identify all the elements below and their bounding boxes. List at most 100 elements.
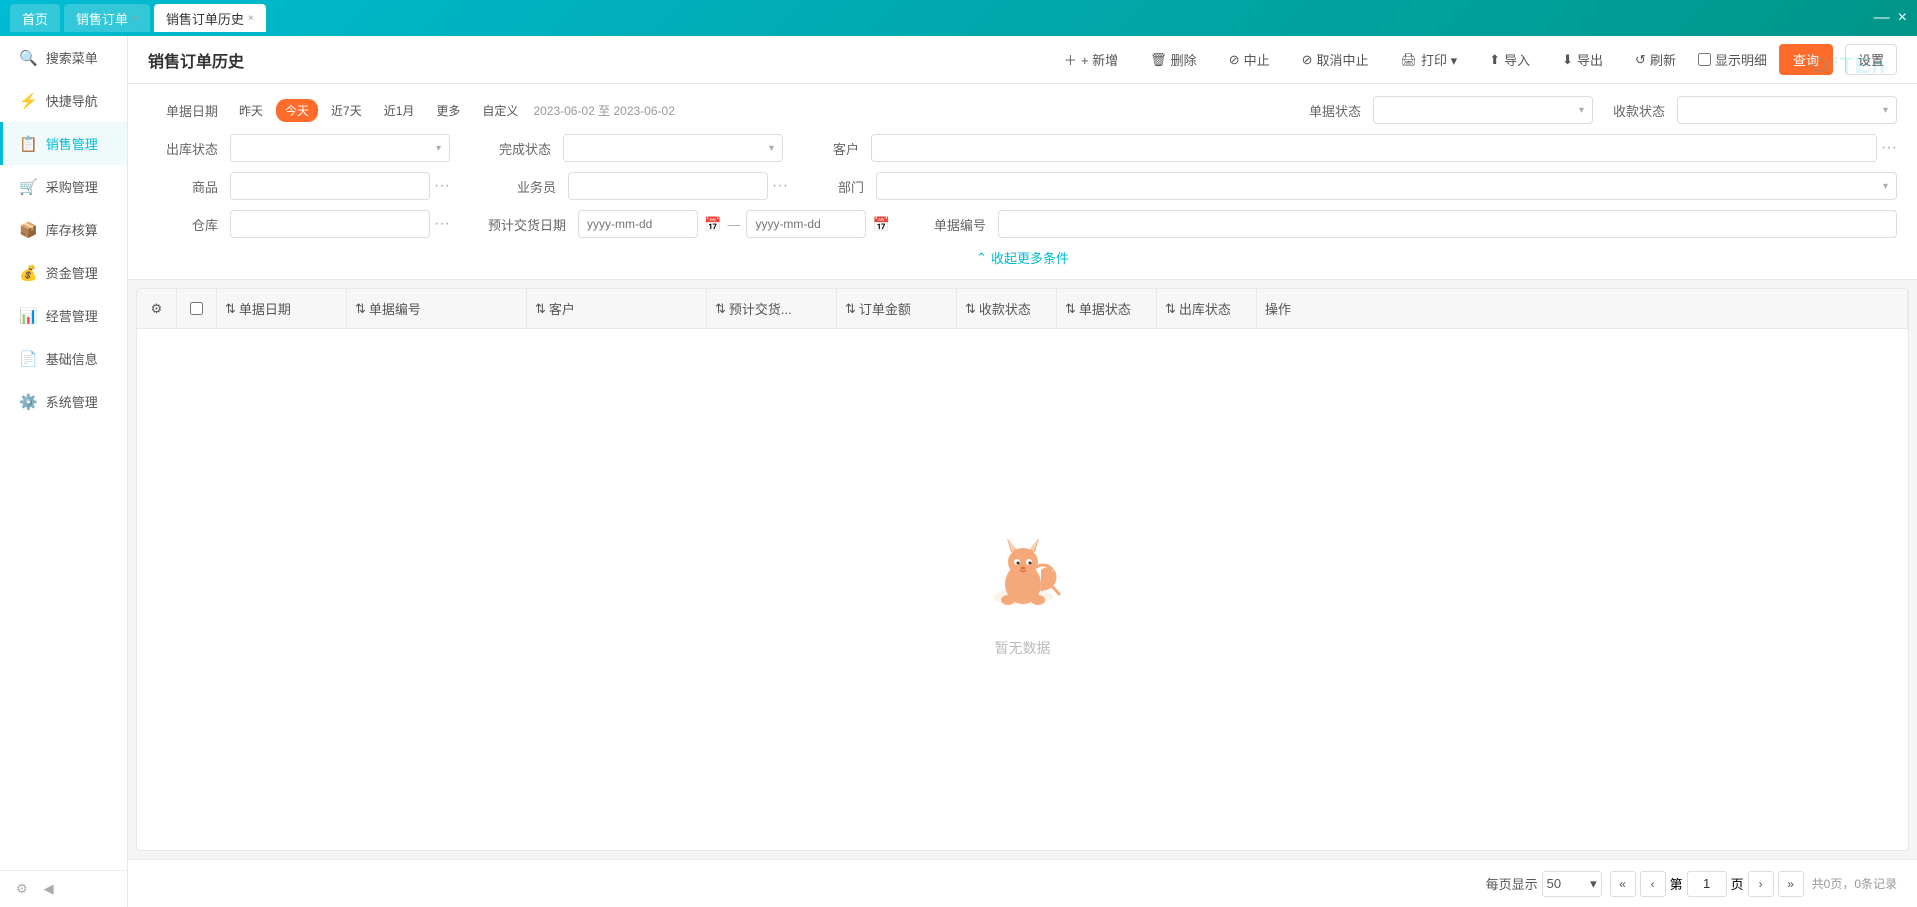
date-btn-7days[interactable]: 近7天 <box>322 99 371 122</box>
sidebar-item-inventory[interactable]: 📦 库存核算 <box>0 208 127 251</box>
page-prev-btn[interactable]: ‹ <box>1640 871 1666 897</box>
refresh-label: 刷新 <box>1650 50 1676 69</box>
tab-sales-order-close[interactable]: × <box>132 13 138 24</box>
import-button[interactable]: ⬆ 导入 <box>1479 45 1540 74</box>
sales-rep-ellipsis[interactable]: ··· <box>772 177 788 195</box>
th-num[interactable]: ⇅ 单据编号 <box>347 289 527 328</box>
sidebar-item-search-menu[interactable]: 🔍 搜索菜单 <box>0 36 127 79</box>
date-range-text: 2023-06-02 至 2023-06-02 <box>533 102 674 119</box>
date-btn-today[interactable]: 今天 <box>276 99 318 122</box>
delivery-date-end[interactable] <box>746 210 866 238</box>
stop-button[interactable]: ⊘ 中止 <box>1219 45 1280 74</box>
page-number-input[interactable] <box>1687 871 1727 897</box>
delivery-date-start[interactable] <box>578 210 698 238</box>
settings-button[interactable]: 设置 <box>1845 44 1897 75</box>
completion-status-select[interactable]: ▾ <box>563 134 783 162</box>
tab-sales-order-history[interactable]: 销售订单历史 × <box>154 4 266 32</box>
goods-ellipsis[interactable]: ··· <box>434 177 450 195</box>
tab-sales-order-history-close[interactable]: × <box>248 13 254 24</box>
goods-input[interactable] <box>230 172 430 200</box>
sidebar-item-sys-mgmt-label: 系统管理 <box>46 392 98 411</box>
date-filter-value: 昨天 今天 近7天 近1月 更多 自定义 2023-06-02 至 2023-0… <box>230 99 1289 122</box>
refresh-button[interactable]: ↺ 刷新 <box>1625 45 1686 74</box>
delete-icon: 🗑 <box>1150 52 1167 68</box>
tab-home-label: 首页 <box>22 9 48 28</box>
pay-status-arrow: ▾ <box>1883 105 1888 116</box>
cancel-stop-button[interactable]: ⊘ 取消中止 <box>1292 45 1379 74</box>
date-label: 单据日期 <box>148 101 218 120</box>
pay-status-select[interactable]: ▾ <box>1677 96 1897 124</box>
empty-svg <box>973 522 1073 622</box>
query-button[interactable]: 查询 <box>1779 44 1833 75</box>
th-customer[interactable]: ⇅ 客户 <box>527 289 707 328</box>
window-close[interactable]: × <box>1898 9 1907 27</box>
th-customer-label: 客户 <box>549 299 575 318</box>
empty-text: 暂无数据 <box>995 638 1051 658</box>
th-stock-status[interactable]: ⇅ 出库状态 <box>1157 289 1257 328</box>
date-btn-more[interactable]: 更多 <box>427 99 469 122</box>
export-button[interactable]: ⬇ 导出 <box>1552 45 1613 74</box>
tab-sales-order[interactable]: 销售订单 × <box>64 4 150 32</box>
warehouse-ellipsis[interactable]: ··· <box>434 215 450 233</box>
sidebar-item-purchase[interactable]: 🛒 采购管理 <box>0 165 127 208</box>
purchase-icon: 🛒 <box>19 178 38 196</box>
sidebar-item-basic-info[interactable]: 📄 基础信息 <box>0 337 127 380</box>
th-pay-label: 收款状态 <box>979 299 1031 318</box>
page-first-btn[interactable]: « <box>1610 871 1636 897</box>
order-number-input[interactable] <box>998 210 1897 238</box>
th-checkbox[interactable] <box>177 289 217 328</box>
order-status-select[interactable]: ▾ <box>1373 96 1593 124</box>
collapse-btn[interactable]: ⌃ 收起更多条件 <box>148 248 1897 267</box>
sales-rep-input[interactable] <box>568 172 768 200</box>
add-icon: ＋ <box>1064 50 1077 69</box>
page-next-btn[interactable]: › <box>1748 871 1774 897</box>
filter-row-2: 出库状态 ▾ 完成状态 ▾ 客户 ··· <box>148 134 1897 162</box>
delete-button[interactable]: 🗑 删除 <box>1140 45 1207 74</box>
customer-input[interactable] <box>871 134 1877 162</box>
per-page-label: 每页显示 <box>1486 874 1538 893</box>
date-btn-yesterday[interactable]: 昨天 <box>230 99 272 122</box>
content-area: 销售订单历史 ＋ + 新增 🗑 删除 ⊘ 中止 ⊘ 取消中止 🖨 打印 ▾ <box>128 36 1917 907</box>
show-detail-checkbox[interactable] <box>1698 53 1711 66</box>
tab-home[interactable]: 首页 <box>10 4 60 32</box>
th-settings[interactable]: ⚙ <box>137 289 177 328</box>
sort-customer-icon: ⇅ <box>535 301 546 317</box>
calendar-start-icon[interactable]: 📅 <box>704 216 721 233</box>
warehouse-input[interactable] <box>230 210 430 238</box>
add-label: + 新增 <box>1081 50 1118 69</box>
sidebar-item-sales[interactable]: 📋 销售管理 <box>0 122 127 165</box>
th-amount[interactable]: ⇅ 订单金额 <box>837 289 957 328</box>
sidebar-item-operations[interactable]: 📊 经营管理 <box>0 294 127 337</box>
th-date[interactable]: ⇅ 单据日期 <box>217 289 347 328</box>
calendar-end-icon[interactable]: 📅 <box>872 216 889 233</box>
window-minimize[interactable]: — <box>1874 9 1890 27</box>
sidebar-item-finance[interactable]: 💰 资金管理 <box>0 251 127 294</box>
page-size-dropdown[interactable]: 50 ▾ <box>1542 871 1602 897</box>
show-detail-checkbox-label[interactable]: 显示明细 <box>1698 50 1767 69</box>
th-order-status[interactable]: ⇅ 单据状态 <box>1057 289 1157 328</box>
th-delivery[interactable]: ⇅ 预计交货... <box>707 289 837 328</box>
date-btn-1month[interactable]: 近1月 <box>375 99 424 122</box>
sidebar-settings-icon[interactable]: ⚙ <box>16 881 28 897</box>
sidebar-item-sys-mgmt[interactable]: ⚙️ 系统管理 <box>0 380 127 423</box>
sort-date-icon: ⇅ <box>225 301 236 317</box>
customer-ellipsis[interactable]: ··· <box>1881 139 1897 157</box>
th-operation: 操作 <box>1257 289 1908 328</box>
page-of-suffix: 页 <box>1731 874 1744 893</box>
tab-sales-order-history-label: 销售订单历史 <box>166 9 244 28</box>
select-all-checkbox[interactable] <box>190 302 203 315</box>
sales-icon: 📋 <box>19 135 38 153</box>
date-btn-custom[interactable]: 自定义 <box>473 99 527 122</box>
department-select[interactable]: ▾ <box>876 172 1897 200</box>
add-button[interactable]: ＋ + 新增 <box>1054 45 1128 74</box>
print-button[interactable]: 🖨 打印 ▾ <box>1391 45 1468 74</box>
page-last-btn[interactable]: » <box>1778 871 1804 897</box>
th-pay-status[interactable]: ⇅ 收款状态 <box>957 289 1057 328</box>
sidebar-item-sales-label: 销售管理 <box>46 134 98 153</box>
pay-status-label: 收款状态 <box>1605 101 1665 120</box>
th-op-label: 操作 <box>1265 299 1291 318</box>
sidebar-collapse-icon[interactable]: ◀ <box>44 881 54 897</box>
stock-status-select[interactable]: ▾ <box>230 134 450 162</box>
sidebar-item-purchase-label: 采购管理 <box>46 177 98 196</box>
sidebar-item-quick-nav[interactable]: ⚡ 快捷导航 <box>0 79 127 122</box>
